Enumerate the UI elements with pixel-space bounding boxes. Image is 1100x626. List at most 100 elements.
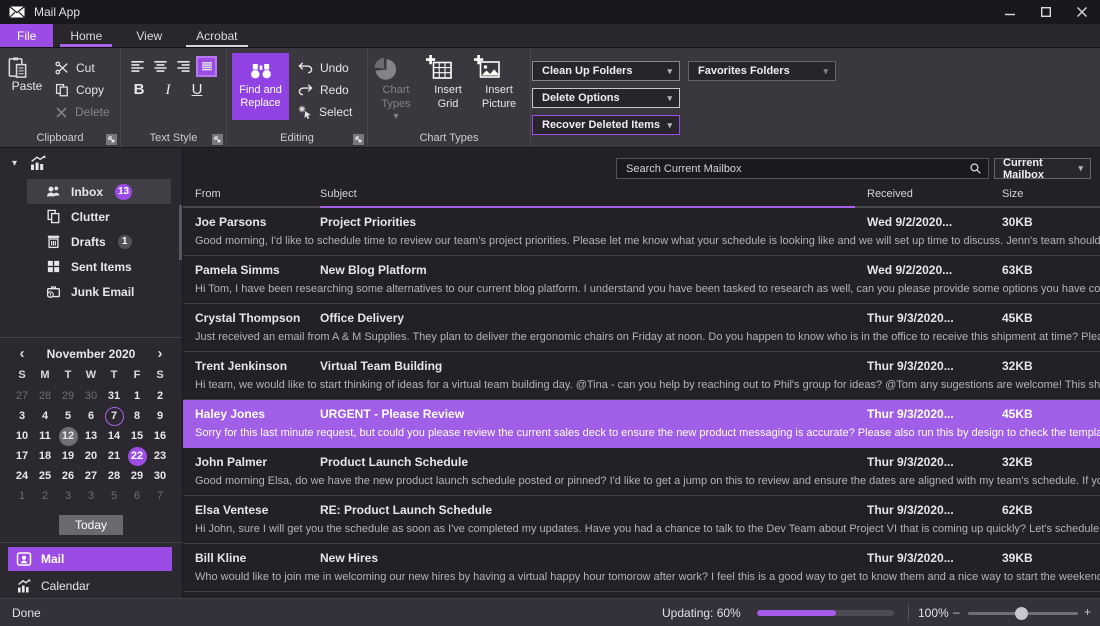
- calendar-day[interactable]: 18: [34, 446, 57, 466]
- zoom-in-plus-icon[interactable]: +: [1084, 605, 1091, 619]
- calendar-day[interactable]: 1: [126, 386, 149, 406]
- mail-list-row[interactable]: John PalmerProduct Launch ScheduleThur 9…: [183, 448, 1100, 496]
- today-button[interactable]: Today: [59, 515, 123, 535]
- calendar-day[interactable]: 15: [126, 426, 149, 446]
- mail-list-row[interactable]: Elsa VenteseRE: Product Launch ScheduleT…: [183, 496, 1100, 544]
- calendar-day[interactable]: 23: [149, 446, 172, 466]
- calendar-day[interactable]: 30: [80, 386, 103, 406]
- calendar-day[interactable]: 16: [149, 426, 172, 446]
- cut-button[interactable]: Cut: [55, 61, 95, 75]
- favorites-folders-dropdown[interactable]: Favorites Folders▾: [688, 61, 836, 81]
- calendar-day[interactable]: 31: [103, 386, 126, 406]
- calendar-day[interactable]: 12: [57, 426, 80, 446]
- calendar-day[interactable]: 9: [149, 406, 172, 426]
- mail-list-row[interactable]: Joe ParsonsProject PrioritiesWed 9/2/202…: [183, 208, 1100, 256]
- tab-home[interactable]: Home: [53, 24, 119, 47]
- underline-button[interactable]: U: [189, 81, 205, 98]
- align-left-icon[interactable]: [129, 58, 146, 75]
- minimize-button[interactable]: [992, 0, 1028, 24]
- calendar-day[interactable]: 3: [11, 406, 34, 426]
- column-subject[interactable]: Subject: [320, 188, 867, 206]
- zoom-slider[interactable]: [968, 612, 1078, 615]
- calendar-day[interactable]: 29: [126, 466, 149, 486]
- calendar-day[interactable]: 21: [103, 446, 126, 466]
- calendar-day[interactable]: 13: [80, 426, 103, 446]
- mail-list-row[interactable]: Pamela SimmsNew Blog PlatformWed 9/2/202…: [183, 256, 1100, 304]
- calendar-day[interactable]: 14: [103, 426, 126, 446]
- paste-button[interactable]: Paste: [6, 56, 48, 93]
- calendar-day[interactable]: 26: [57, 466, 80, 486]
- text-style-dialog-launcher-icon[interactable]: [212, 134, 223, 145]
- editing-dialog-launcher-icon[interactable]: [353, 134, 364, 145]
- copy-button[interactable]: Copy: [55, 83, 104, 97]
- column-from[interactable]: From: [195, 188, 320, 206]
- calendar-day[interactable]: 8: [126, 406, 149, 426]
- calendar-day[interactable]: 11: [34, 426, 57, 446]
- zoom-out-minus-icon[interactable]: –: [953, 605, 960, 619]
- calendar-day[interactable]: 2: [34, 486, 57, 506]
- calendar-day[interactable]: 29: [57, 386, 80, 406]
- calendar-day[interactable]: 24: [11, 466, 34, 486]
- calendar-day[interactable]: 2: [149, 386, 172, 406]
- close-button[interactable]: [1064, 0, 1100, 24]
- sidebar-item-clutter[interactable]: Clutter: [27, 204, 171, 229]
- calendar-day[interactable]: 5: [57, 406, 80, 426]
- undo-button[interactable]: Undo: [298, 61, 349, 75]
- sidebar-item-inbox[interactable]: Inbox13: [27, 179, 171, 204]
- search-scope-dropdown[interactable]: Current Mailbox▾: [994, 158, 1091, 179]
- sidebar-item-drafts[interactable]: Drafts1: [27, 229, 171, 254]
- select-button[interactable]: Select: [298, 105, 352, 119]
- search-icon[interactable]: [969, 162, 982, 175]
- search-input[interactable]: [616, 158, 989, 179]
- calendar-day[interactable]: 6: [126, 486, 149, 506]
- delete-options-dropdown[interactable]: Delete Options▾: [532, 88, 680, 108]
- calendar-day[interactable]: 3: [80, 486, 103, 506]
- collapse-caret-icon[interactable]: ▾: [12, 158, 17, 169]
- calendar-day[interactable]: 19: [57, 446, 80, 466]
- align-right-icon[interactable]: [175, 58, 192, 75]
- calendar-day[interactable]: 10: [11, 426, 34, 446]
- column-received[interactable]: Received: [867, 188, 1002, 206]
- mail-list-row[interactable]: Crystal ThompsonOffice DeliveryThur 9/3/…: [183, 304, 1100, 352]
- recover-deleted-items-dropdown[interactable]: Recover Deleted Items▾: [532, 115, 680, 135]
- align-center-icon[interactable]: [152, 58, 169, 75]
- chart-shortcut-icon[interactable]: [29, 155, 47, 171]
- sidebar-item-sent-items[interactable]: Sent Items: [27, 254, 171, 279]
- sidebar-item-junk-email[interactable]: Junk Email: [27, 279, 171, 304]
- column-size[interactable]: Size: [1002, 188, 1090, 206]
- calendar-day[interactable]: 22: [126, 446, 149, 466]
- nav-item-calendar[interactable]: Calendar: [8, 574, 172, 598]
- mail-list-row[interactable]: Trent JenkinsonVirtual Team BuildingThur…: [183, 352, 1100, 400]
- italic-button[interactable]: I: [160, 82, 176, 99]
- sidebar-scrollbar[interactable]: [179, 205, 182, 260]
- insert-picture-button[interactable]: Insert Picture: [474, 55, 524, 110]
- calendar-day[interactable]: 7: [103, 406, 126, 426]
- calendar-day[interactable]: 30: [149, 466, 172, 486]
- insert-grid-button[interactable]: Insert Grid: [426, 55, 470, 110]
- calendar-prev-icon[interactable]: ‹: [16, 345, 28, 362]
- clean-up-folders-dropdown[interactable]: Clean Up Folders▾: [532, 61, 680, 81]
- chart-types-button[interactable]: Chart Types ▾: [372, 56, 420, 122]
- find-and-replace-button[interactable]: Find and Replace: [232, 53, 289, 120]
- calendar-next-icon[interactable]: ›: [154, 345, 166, 362]
- zoom-slider-thumb[interactable]: [1015, 607, 1028, 620]
- calendar-day[interactable]: 4: [34, 406, 57, 426]
- tab-acrobat[interactable]: Acrobat: [179, 24, 254, 47]
- calendar-day[interactable]: 1: [11, 486, 34, 506]
- bold-button[interactable]: B: [131, 81, 147, 98]
- clipboard-dialog-launcher-icon[interactable]: [106, 134, 117, 145]
- calendar-day[interactable]: 28: [103, 466, 126, 486]
- calendar-day[interactable]: 5: [103, 486, 126, 506]
- calendar-day[interactable]: 27: [80, 466, 103, 486]
- calendar-day[interactable]: 27: [11, 386, 34, 406]
- maximize-button[interactable]: [1028, 0, 1064, 24]
- mail-list-row[interactable]: Bill KlineNew HiresThur 9/3/2020...39KBW…: [183, 544, 1100, 592]
- redo-button[interactable]: Redo: [298, 83, 349, 97]
- calendar-day[interactable]: 7: [149, 486, 172, 506]
- calendar-day[interactable]: 3: [57, 486, 80, 506]
- nav-item-mail[interactable]: Mail: [8, 547, 172, 571]
- tab-view[interactable]: View: [119, 24, 179, 47]
- calendar-day[interactable]: 25: [34, 466, 57, 486]
- calendar-day[interactable]: 6: [80, 406, 103, 426]
- calendar-day[interactable]: 20: [80, 446, 103, 466]
